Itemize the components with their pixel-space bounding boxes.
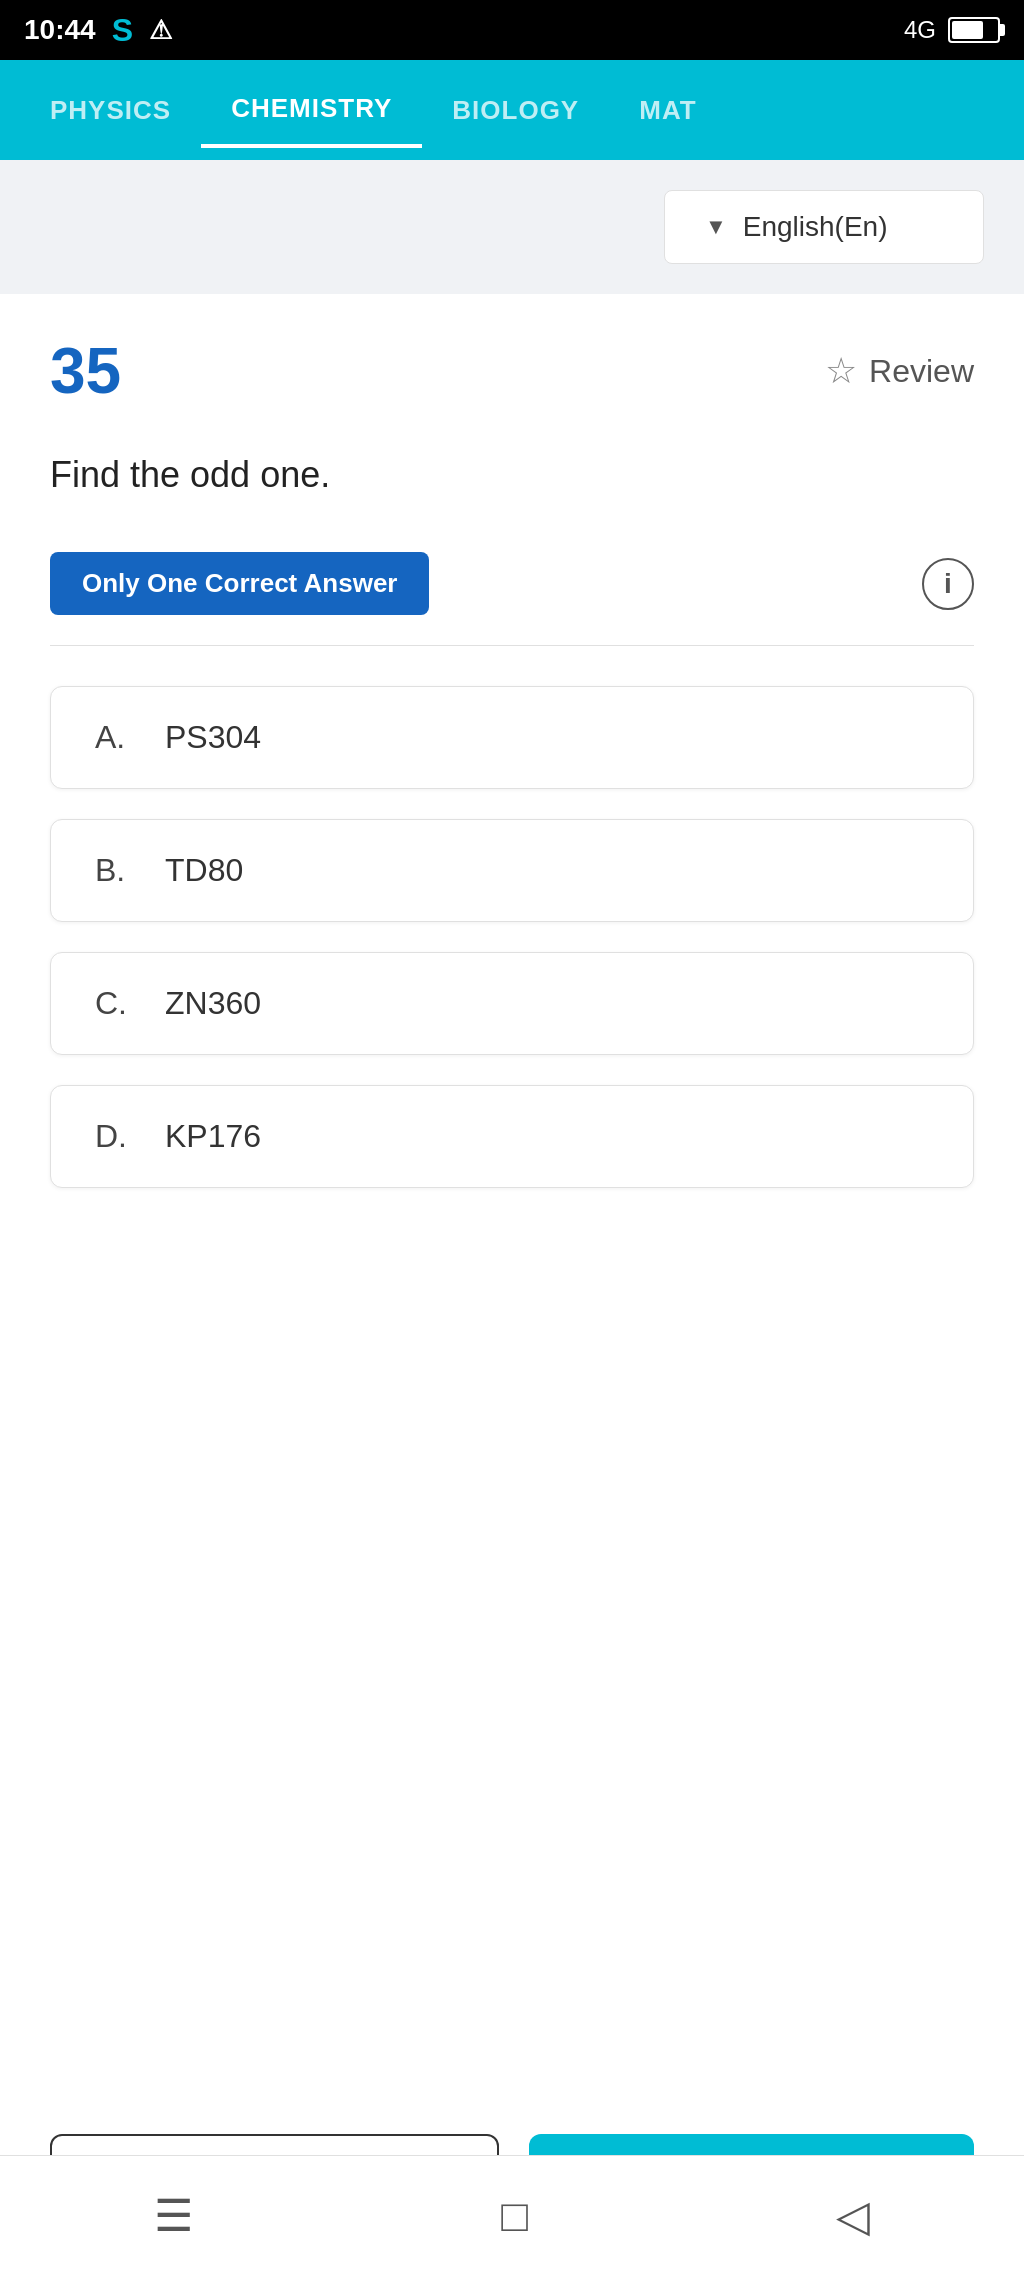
- option-c[interactable]: C. ZN360: [50, 952, 974, 1055]
- language-dropdown[interactable]: ▼ English(En): [664, 190, 984, 264]
- tab-chemistry[interactable]: CHEMISTRY: [201, 73, 422, 148]
- network-icon: 4G: [904, 16, 936, 44]
- question-number: 35: [50, 334, 121, 408]
- review-label: Review: [869, 353, 974, 390]
- status-right: 4G: [904, 16, 1000, 44]
- language-area: ▼ English(En): [0, 160, 1024, 294]
- tab-math[interactable]: MAT: [609, 75, 726, 146]
- status-left: 10:44 S ⚠: [24, 12, 172, 49]
- back-icon[interactable]: ◁: [836, 2190, 870, 2241]
- status-app-icon-s: S: [112, 12, 133, 49]
- bottom-nav-bar: ☰ □ ◁: [0, 2155, 1024, 2275]
- answer-type-row: Only One Correct Answer i: [50, 552, 974, 615]
- language-selected: English(En): [743, 211, 888, 243]
- status-time: 10:44: [24, 14, 96, 46]
- chevron-down-icon: ▼: [705, 214, 727, 240]
- option-c-content: C. ZN360: [59, 953, 973, 1054]
- tab-physics[interactable]: PHYSICS: [20, 75, 201, 146]
- main-content: 35 ☆ Review Find the odd one. Only One C…: [0, 294, 1024, 2094]
- options-list: A. PS304 B. TD80 C. ZN360 D. KP176: [50, 686, 974, 1188]
- review-button[interactable]: ☆ Review: [825, 350, 974, 392]
- option-a-content: A. PS304: [59, 687, 973, 788]
- battery-icon: [948, 17, 1000, 43]
- option-c-label: C.: [95, 985, 135, 1022]
- option-a-text: PS304: [165, 719, 261, 756]
- option-c-indicator: [51, 953, 59, 1054]
- home-icon[interactable]: □: [501, 2191, 528, 2241]
- battery-fill: [952, 21, 983, 39]
- tab-navigation: PHYSICS CHEMISTRY BIOLOGY MAT: [0, 60, 1024, 160]
- option-d-text: KP176: [165, 1118, 261, 1155]
- option-b-text: TD80: [165, 852, 243, 889]
- question-header: 35 ☆ Review: [50, 334, 974, 408]
- option-b-indicator: [51, 820, 59, 921]
- star-icon: ☆: [825, 350, 857, 392]
- option-d-indicator: [51, 1086, 59, 1187]
- option-b[interactable]: B. TD80: [50, 819, 974, 922]
- option-a-label: A.: [95, 719, 135, 756]
- info-icon[interactable]: i: [922, 558, 974, 610]
- option-b-label: B.: [95, 852, 135, 889]
- answer-type-badge[interactable]: Only One Correct Answer: [50, 552, 429, 615]
- option-a-indicator: [51, 687, 59, 788]
- option-d-label: D.: [95, 1118, 135, 1155]
- status-bar: 10:44 S ⚠ 4G: [0, 0, 1024, 60]
- option-a[interactable]: A. PS304: [50, 686, 974, 789]
- menu-icon[interactable]: ☰: [154, 2190, 193, 2241]
- option-b-content: B. TD80: [59, 820, 973, 921]
- tab-biology[interactable]: BIOLOGY: [422, 75, 609, 146]
- option-d-content: D. KP176: [59, 1086, 973, 1187]
- divider: [50, 645, 974, 646]
- option-d[interactable]: D. KP176: [50, 1085, 974, 1188]
- option-c-text: ZN360: [165, 985, 261, 1022]
- status-warning-icon: ⚠: [149, 15, 172, 46]
- question-text: Find the odd one.: [50, 448, 974, 502]
